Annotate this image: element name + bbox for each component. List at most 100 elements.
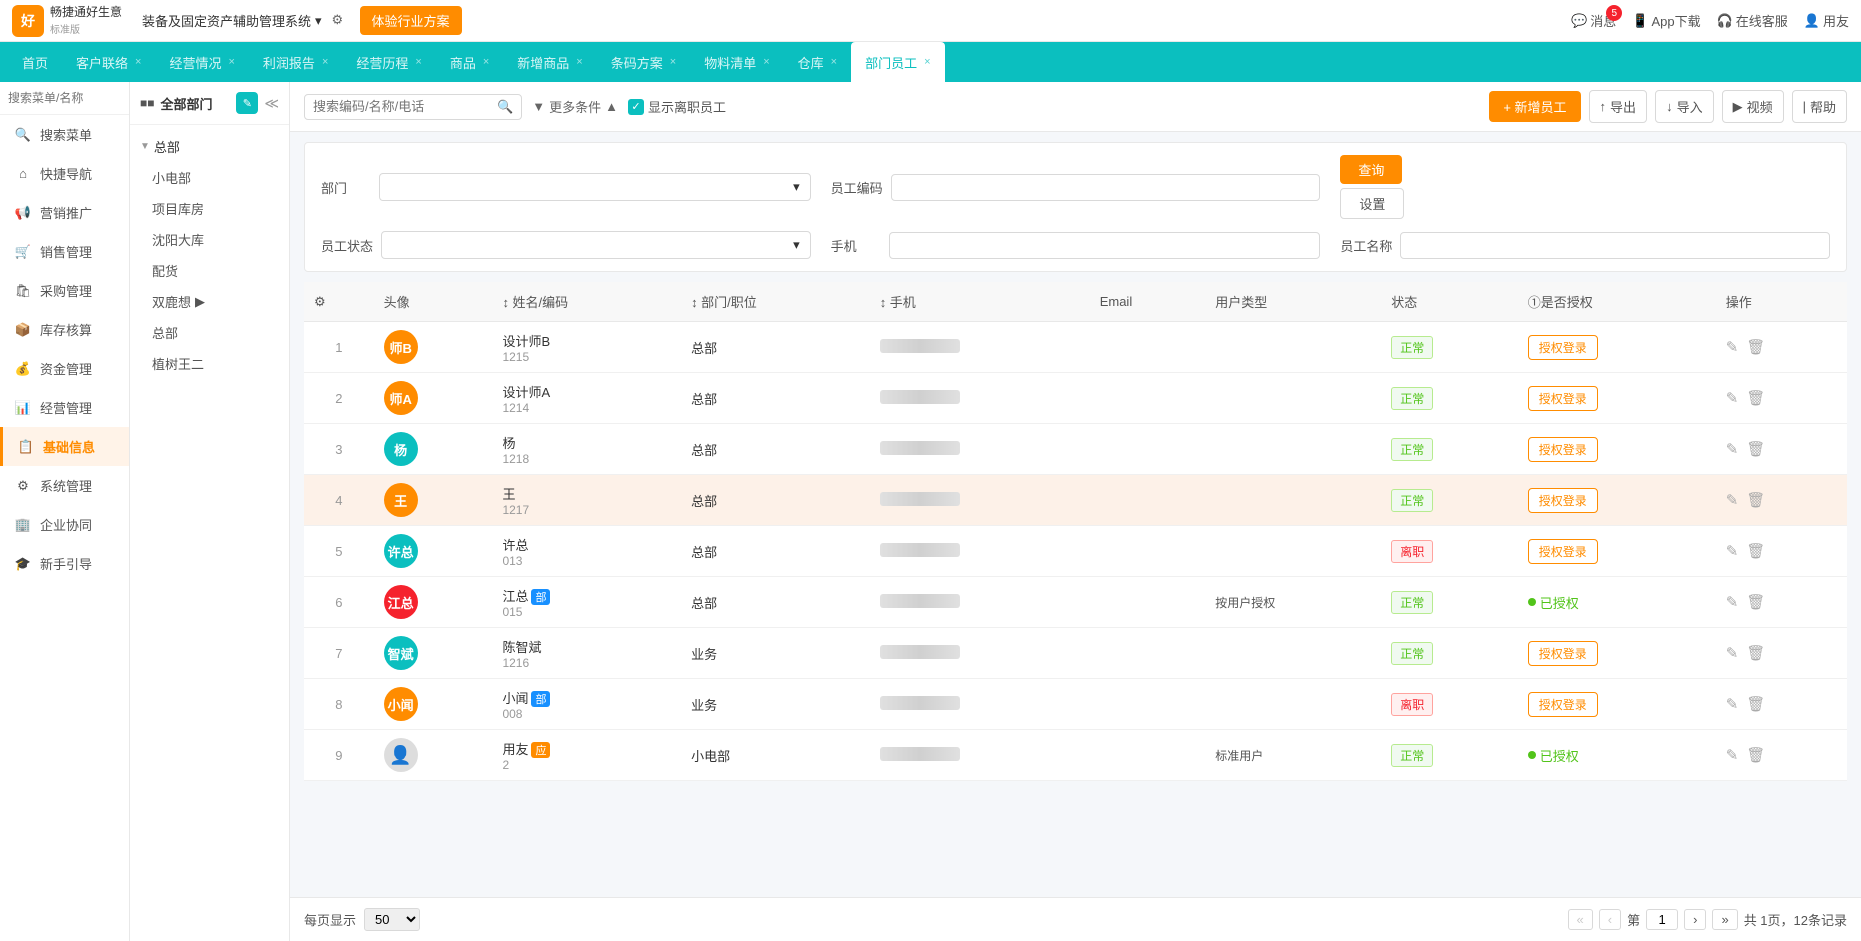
first-page-btn[interactable]: « [1568, 909, 1593, 930]
nav-tab[interactable]: 仓库× [784, 42, 851, 82]
close-tab-icon[interactable]: × [670, 56, 676, 68]
sidebar-item-系统管理[interactable]: ⚙系统管理 [0, 466, 129, 505]
edit-btn[interactable]: ✎ [1726, 644, 1739, 662]
view-btn[interactable]: ▶ 视频 [1722, 90, 1784, 123]
col-dept[interactable]: ↕ 部门/职位 [681, 282, 870, 322]
dept-node[interactable]: 沈阳大库 [130, 224, 289, 255]
filter-status-select[interactable]: ▾ [381, 231, 811, 259]
nav-tab[interactable]: 经营历程× [342, 42, 435, 82]
dept-edit-icon[interactable]: ✎ [236, 92, 258, 114]
close-tab-icon[interactable]: × [831, 56, 837, 68]
add-employee-btn[interactable]: + 新增员工 [1489, 91, 1580, 122]
import-btn[interactable]: ↓ 导入 [1655, 90, 1714, 123]
nav-tab[interactable]: 客户联络× [62, 42, 155, 82]
filter-dept-select[interactable]: ▾ [379, 173, 811, 201]
edit-btn[interactable]: ✎ [1726, 593, 1739, 611]
search-input-wrap[interactable]: 🔍 [304, 94, 522, 120]
edit-btn[interactable]: ✎ [1726, 695, 1739, 713]
nav-tab[interactable]: 物料清单× [690, 42, 783, 82]
show-resigned-toggle[interactable]: ✓ 显示离职员工 [628, 97, 726, 116]
close-tab-icon[interactable]: × [322, 56, 328, 68]
sidebar-item-库存核算[interactable]: 📦库存核算 [0, 310, 129, 349]
filter-code-input[interactable] [891, 174, 1321, 201]
sidebar-search-input[interactable] [8, 91, 130, 105]
system-name[interactable]: 装备及固定资产辅助管理系统 ▾ [142, 11, 322, 30]
close-tab-icon[interactable]: × [924, 56, 930, 68]
close-tab-icon[interactable]: × [576, 56, 582, 68]
auth-btn[interactable]: 授权登录 [1528, 488, 1598, 513]
nav-tab[interactable]: 商品× [436, 42, 503, 82]
close-tab-icon[interactable]: × [483, 56, 489, 68]
close-tab-icon[interactable]: × [415, 56, 421, 68]
message-action[interactable]: 💬 消息 5 [1571, 11, 1616, 30]
filter-name-input[interactable] [1400, 232, 1830, 259]
auth-btn[interactable]: 授权登录 [1528, 692, 1598, 717]
filter-phone-input[interactable] [889, 232, 1321, 259]
edit-btn[interactable]: ✎ [1726, 491, 1739, 509]
col-phone[interactable]: ↕ 手机 [870, 282, 1090, 322]
sidebar-item-新手引导[interactable]: 🎓新手引导 [0, 544, 129, 583]
dept-node[interactable]: 项目库房 [130, 193, 289, 224]
sidebar-item-资金管理[interactable]: 💰资金管理 [0, 349, 129, 388]
dept-node[interactable]: 植树王二 [130, 348, 289, 379]
sidebar-item-采购管理[interactable]: 🛍采购管理 [0, 271, 129, 310]
nav-tab[interactable]: 利润报告× [249, 42, 342, 82]
col-settings[interactable]: ⚙ [304, 282, 374, 322]
delete-btn[interactable]: 🗑 [1746, 389, 1765, 407]
dept-collapse-icon[interactable]: ≪ [264, 95, 279, 112]
delete-btn[interactable]: 🗑 [1746, 542, 1765, 560]
close-tab-icon[interactable]: × [135, 56, 141, 68]
app-download-action[interactable]: 📱 App下载 [1632, 11, 1700, 30]
gear-icon[interactable]: ⚙ [332, 12, 350, 30]
edit-btn[interactable]: ✎ [1726, 542, 1739, 560]
last-page-btn[interactable]: » [1712, 909, 1737, 930]
dept-node[interactable]: 配货 [130, 255, 289, 286]
nav-tab[interactable]: 首页 [8, 42, 62, 82]
help-btn[interactable]: | 帮助 [1792, 90, 1847, 123]
sidebar-item-销售管理[interactable]: 🛒销售管理 [0, 232, 129, 271]
sidebar-item-快捷导航[interactable]: ⌂快捷导航 [0, 154, 129, 193]
nav-tab[interactable]: 经营情况× [155, 42, 248, 82]
dept-node[interactable]: 小电部 [130, 162, 289, 193]
auth-btn[interactable]: 授权登录 [1528, 437, 1598, 462]
search-btn[interactable]: 查询 [1340, 155, 1402, 184]
search-input[interactable] [313, 99, 493, 114]
sidebar-item-搜索菜单[interactable]: 🔍搜索菜单 [0, 115, 129, 154]
dept-node[interactable]: 总部 [130, 317, 289, 348]
user-action[interactable]: 👤 用友 [1804, 11, 1849, 30]
edit-btn[interactable]: ✎ [1726, 389, 1739, 407]
auth-btn[interactable]: 授权登录 [1528, 539, 1598, 564]
delete-btn[interactable]: 🗑 [1746, 644, 1765, 662]
close-tab-icon[interactable]: × [228, 56, 234, 68]
edit-btn[interactable]: ✎ [1726, 746, 1739, 764]
sidebar-item-经营管理[interactable]: 📊经营管理 [0, 388, 129, 427]
page-size-select[interactable]: 50 20 100 [364, 908, 420, 931]
nav-tab[interactable]: 条码方案× [597, 42, 690, 82]
more-conditions-btn[interactable]: ▼ 更多条件 ▲ [532, 97, 618, 116]
export-btn[interactable]: ↑ 导出 [1589, 90, 1648, 123]
sidebar-item-营销推广[interactable]: 📢营销推广 [0, 193, 129, 232]
sidebar-item-基础信息[interactable]: 📋基础信息 [0, 427, 129, 466]
dept-node[interactable]: 双鹿想 ▶ [130, 286, 289, 317]
sidebar-search[interactable]: 🔍 [0, 82, 129, 115]
delete-btn[interactable]: 🗑 [1746, 695, 1765, 713]
delete-btn[interactable]: 🗑 [1746, 593, 1765, 611]
auth-btn[interactable]: 授权登录 [1528, 641, 1598, 666]
prev-page-btn[interactable]: ‹ [1599, 909, 1621, 930]
delete-btn[interactable]: 🗑 [1746, 746, 1765, 764]
delete-btn[interactable]: 🗑 [1746, 338, 1765, 356]
trial-btn[interactable]: 体验行业方案 [360, 6, 462, 35]
set-btn[interactable]: 设置 [1340, 188, 1404, 219]
dept-node[interactable]: ▼ 总部 [130, 131, 289, 162]
nav-tab[interactable]: 新增商品× [503, 42, 596, 82]
sidebar-item-企业协同[interactable]: 🏢企业协同 [0, 505, 129, 544]
auth-btn[interactable]: 授权登录 [1528, 386, 1598, 411]
close-tab-icon[interactable]: × [763, 56, 769, 68]
next-page-btn[interactable]: › [1684, 909, 1706, 930]
edit-btn[interactable]: ✎ [1726, 440, 1739, 458]
auth-btn[interactable]: 授权登录 [1528, 335, 1598, 360]
delete-btn[interactable]: 🗑 [1746, 491, 1765, 509]
edit-btn[interactable]: ✎ [1726, 338, 1739, 356]
page-num-input[interactable] [1646, 909, 1678, 930]
online-service-action[interactable]: 🎧 在线客服 [1717, 11, 1788, 30]
